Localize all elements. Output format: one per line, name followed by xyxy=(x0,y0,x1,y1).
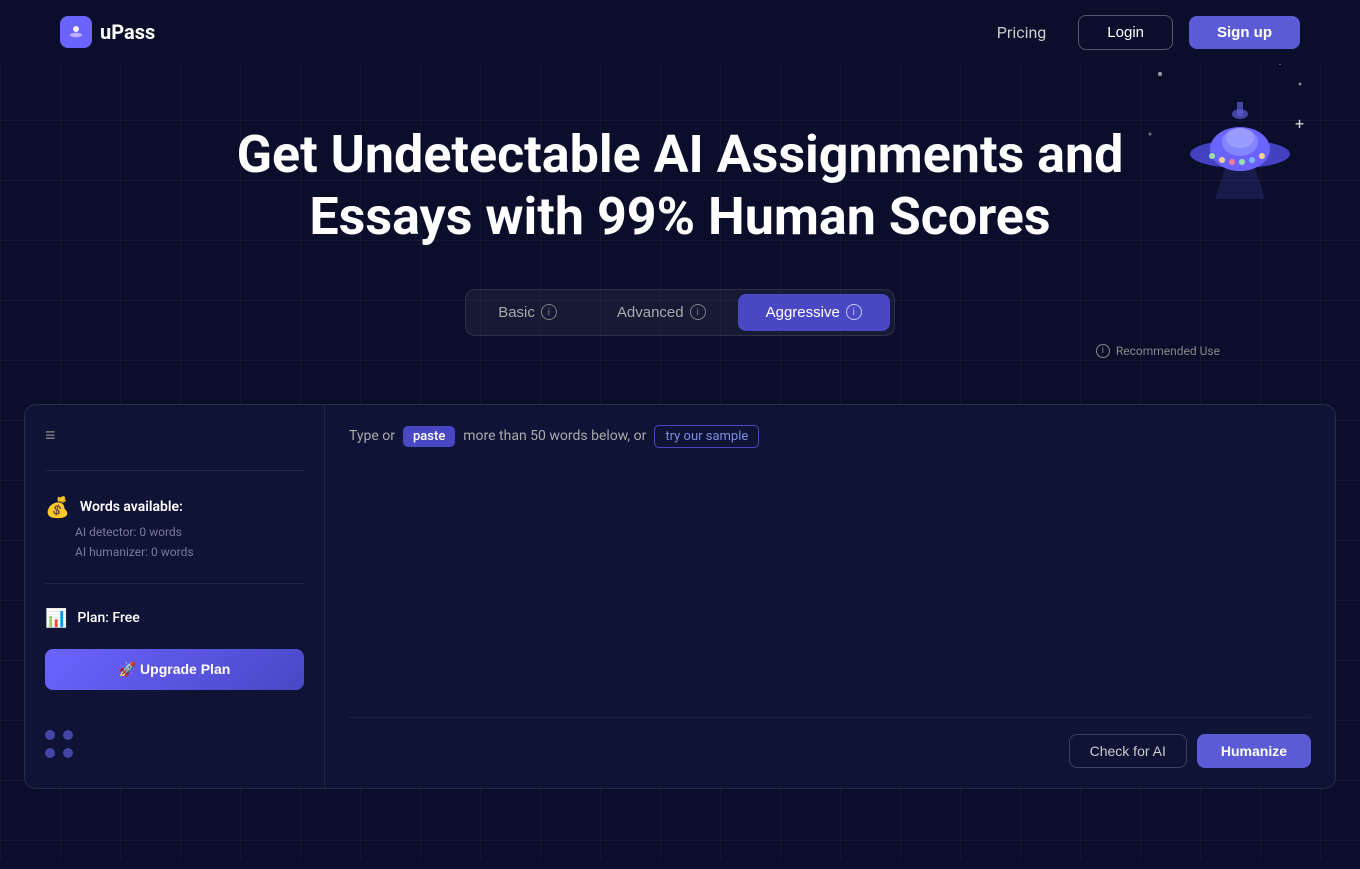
ai-humanizer-label: AI humanizer: 0 words xyxy=(75,545,304,559)
login-button[interactable]: Login xyxy=(1078,15,1173,50)
editor-panel: Type or paste more than 50 words below, … xyxy=(325,405,1335,788)
mode-tabs: Basic i Advanced i Aggressive i xyxy=(20,289,1340,336)
prompt-text: Type or xyxy=(349,428,395,444)
aggressive-info-icon: i xyxy=(846,304,862,320)
main-panel: ≡ 💰 Words available: AI detector: 0 word… xyxy=(24,404,1336,789)
paste-label[interactable]: paste xyxy=(403,426,455,447)
tabs-group: Basic i Advanced i Aggressive i xyxy=(465,289,895,336)
sidebar-divider-2 xyxy=(45,583,304,584)
ai-detector-label: AI detector: 0 words xyxy=(75,525,304,539)
menu-icon[interactable]: ≡ xyxy=(45,425,304,446)
action-buttons: Check for AI Humanize xyxy=(349,717,1311,768)
signup-button[interactable]: Sign up xyxy=(1189,16,1300,49)
dots-grid xyxy=(45,730,73,758)
recommended-info-icon: i xyxy=(1096,344,1110,358)
nav-actions: Pricing Login Sign up xyxy=(981,15,1300,50)
navbar: uPass Pricing Login Sign up xyxy=(0,0,1360,64)
humanize-button[interactable]: Humanize xyxy=(1197,734,1311,768)
pricing-link[interactable]: Pricing xyxy=(981,15,1063,50)
check-ai-button[interactable]: Check for AI xyxy=(1069,734,1187,768)
dot-3 xyxy=(45,748,55,758)
dot-1 xyxy=(45,730,55,740)
plan-icon: 📊 xyxy=(45,608,67,629)
ufo-decoration: + xyxy=(1140,54,1320,214)
advanced-info-icon: i xyxy=(690,304,706,320)
hero-title: Get Undetectable AI Assignments and Essa… xyxy=(230,124,1130,249)
svg-text:+: + xyxy=(1295,114,1304,133)
logo-icon xyxy=(60,16,92,48)
upgrade-button[interactable]: 🚀 Upgrade Plan xyxy=(45,649,304,690)
tab-aggressive[interactable]: Aggressive i xyxy=(738,294,890,331)
sidebar: ≡ 💰 Words available: AI detector: 0 word… xyxy=(25,405,325,788)
hero-section: + Get Undetectable AI Assignments and Es… xyxy=(0,64,1360,404)
editor-prompt: Type or paste more than 50 words below, … xyxy=(349,425,1311,448)
basic-info-icon: i xyxy=(541,304,557,320)
words-section: 💰 Words available: AI detector: 0 words … xyxy=(45,495,304,559)
words-title: Words available: xyxy=(80,499,183,515)
dots-decoration xyxy=(45,710,304,768)
words-icon: 💰 xyxy=(45,495,70,519)
plan-label: Plan: Free xyxy=(77,610,139,626)
recommended-label: i Recommended Use xyxy=(20,344,1340,358)
tab-basic[interactable]: Basic i xyxy=(470,294,585,331)
middle-prompt-text: more than 50 words below, or xyxy=(463,428,646,444)
text-input[interactable] xyxy=(349,464,1311,717)
plan-section: 📊 Plan: Free xyxy=(45,608,304,629)
sidebar-divider-1 xyxy=(45,470,304,471)
logo[interactable]: uPass xyxy=(60,16,155,48)
logo-text: uPass xyxy=(100,20,155,44)
below-content xyxy=(0,789,1360,869)
sample-button[interactable]: try our sample xyxy=(654,425,759,448)
dot-4 xyxy=(63,748,73,758)
dot-2 xyxy=(63,730,73,740)
tab-advanced[interactable]: Advanced i xyxy=(589,294,734,331)
